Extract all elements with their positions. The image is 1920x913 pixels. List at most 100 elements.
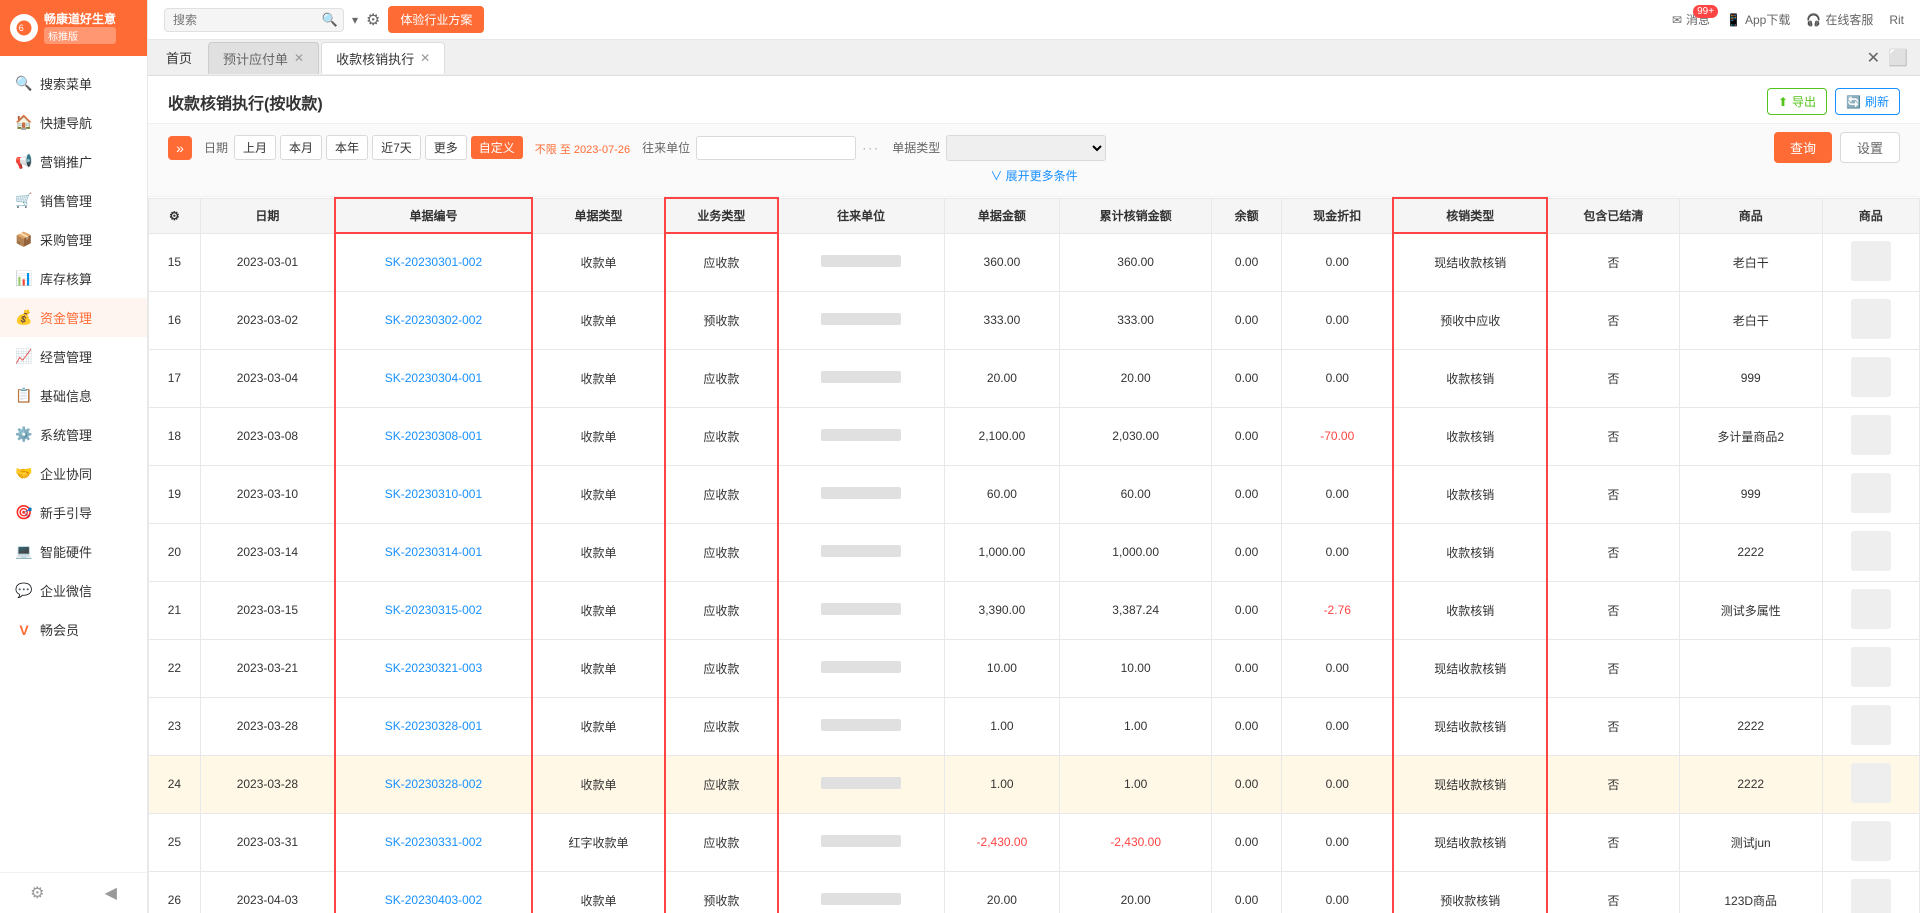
voucher-code-link[interactable]: SK-20230321-003 [385, 661, 482, 675]
sidebar-item-finance[interactable]: 💰 资金管理 [0, 298, 147, 337]
maximize-window-icon[interactable]: ⬜ [1888, 48, 1908, 68]
topbar-gear-icon[interactable]: ⚙ [366, 10, 380, 30]
table-row: 21 2023-03-15 SK-20230315-002 收款单 应收款 3,… [149, 581, 1920, 639]
page-content: 收款核销执行(按收款) ⬆ 导出 🔄 刷新 » 日期 上月 [148, 76, 1920, 913]
collection-tab-close[interactable]: ✕ [420, 51, 430, 65]
col-has-settled: 包含已结清 [1547, 198, 1679, 233]
sidebar-item-marketing[interactable]: 📢 营销推广 [0, 142, 147, 181]
sidebar-item-inventory[interactable]: 📊 库存核算 [0, 259, 147, 298]
voucher-code-link[interactable]: SK-20230403-002 [385, 893, 482, 907]
filter-row: » 日期 上月 本月 本年 近7天 更多 自定义 不限 至 2023-07-26 [168, 132, 1900, 163]
sidebar-item-sales[interactable]: 🛒 销售管理 [0, 181, 147, 220]
voucher-code-link[interactable]: SK-20230314-001 [385, 545, 482, 559]
row-product1: 测试多属性 [1679, 581, 1822, 639]
expand-more-label: ∨ 展开更多条件 [990, 169, 1077, 183]
filter-expand-button[interactable]: » [168, 136, 192, 160]
last-7days-btn[interactable]: 近7天 [372, 135, 421, 160]
voucher-code-link[interactable]: SK-20230328-002 [385, 777, 482, 791]
collapse-icon[interactable]: ◀ [105, 883, 117, 903]
voucher-code-link[interactable]: SK-20230328-001 [385, 719, 482, 733]
message-button[interactable]: ✉ 消息 99+ [1672, 11, 1710, 28]
col-voucher-type: 单据类型 [532, 198, 665, 233]
sidebar-item-guide[interactable]: 🎯 新手引导 [0, 493, 147, 532]
table-row: 23 2023-03-28 SK-20230328-001 收款单 应收款 1.… [149, 697, 1920, 755]
last-month-btn[interactable]: 上月 [234, 135, 276, 160]
row-amount: 20.00 [944, 349, 1060, 407]
voucher-code-link[interactable]: SK-20230310-001 [385, 487, 482, 501]
partner-input[interactable] [696, 136, 856, 160]
this-year-btn[interactable]: 本年 [326, 135, 368, 160]
row-accum: 20.00 [1060, 871, 1212, 913]
filter-more-dots: ··· [862, 141, 880, 155]
col-product1: 商品 [1679, 198, 1822, 233]
finance-icon: 💰 [16, 310, 32, 326]
refresh-button[interactable]: 🔄 刷新 [1835, 88, 1900, 115]
row-no: 24 [149, 755, 201, 813]
purchase-icon: 📦 [16, 232, 32, 248]
more-date-btn[interactable]: 更多 [425, 135, 467, 160]
solution-button[interactable]: 体验行业方案 [388, 6, 484, 33]
payable-tab-label: 预计应付单 [223, 49, 288, 68]
online-service-button[interactable]: 🎧 在线客服 [1806, 11, 1873, 28]
sidebar-item-enterprise[interactable]: 🤝 企业协同 [0, 454, 147, 493]
close-window-icon[interactable]: ✕ [1867, 48, 1880, 68]
sidebar-item-purchase[interactable]: 📦 采购管理 [0, 220, 147, 259]
sidebar-item-system[interactable]: ⚙️ 系统管理 [0, 415, 147, 454]
voucher-code-link[interactable]: SK-20230302-002 [385, 313, 482, 327]
row-product2 [1822, 755, 1919, 813]
payable-tab-close[interactable]: ✕ [294, 51, 304, 65]
voucher-code-link[interactable]: SK-20230315-002 [385, 603, 482, 617]
row-no: 23 [149, 697, 201, 755]
basics-icon: 📋 [16, 388, 32, 404]
export-button[interactable]: ⬆ 导出 [1767, 88, 1827, 115]
row-verify-type: 预收款核销 [1393, 871, 1547, 913]
window-buttons: ✕ ⬜ [1867, 48, 1916, 68]
row-verify-type: 收款核销 [1393, 523, 1547, 581]
row-discount: 0.00 [1282, 813, 1394, 871]
voucher-type-filter: 单据类型 [892, 135, 1106, 161]
row-has-settled: 否 [1547, 871, 1679, 913]
row-discount: 0.00 [1282, 523, 1394, 581]
sidebar-item-quicknav[interactable]: 🏠 快捷导航 [0, 103, 147, 142]
tab-payable[interactable]: 预计应付单 ✕ [208, 42, 319, 74]
sidebar-item-wechat[interactable]: 💬 企业微信 [0, 571, 147, 610]
username-display: Rit [1889, 13, 1904, 27]
tab-collection[interactable]: 收款核销执行 ✕ [321, 42, 445, 74]
search-box-wrap: 🔍 [164, 8, 344, 32]
table-row: 24 2023-03-28 SK-20230328-002 收款单 应收款 1.… [149, 755, 1920, 813]
voucher-type-select[interactable] [946, 135, 1106, 161]
sidebar-item-operations[interactable]: 📈 经营管理 [0, 337, 147, 376]
settings-bottom-icon[interactable]: ⚙ [30, 883, 44, 903]
voucher-code-link[interactable]: SK-20230308-001 [385, 429, 482, 443]
page-header: 收款核销执行(按收款) ⬆ 导出 🔄 刷新 [148, 76, 1920, 124]
voucher-code-link[interactable]: SK-20230304-001 [385, 371, 482, 385]
voucher-code-link[interactable]: SK-20230301-002 [385, 255, 482, 269]
app-download-button[interactable]: 📱 App下载 [1726, 11, 1790, 28]
row-amount: 10.00 [944, 639, 1060, 697]
row-code: SK-20230308-001 [335, 407, 532, 465]
row-verify-type: 现结收款核销 [1393, 233, 1547, 291]
sidebar-item-member[interactable]: V 畅会员 [0, 610, 147, 649]
filter-expand-more[interactable]: ∨ 展开更多条件 [168, 163, 1900, 188]
tab-home[interactable]: 首页 [152, 42, 206, 73]
col-settings[interactable]: ⚙ [149, 198, 201, 233]
row-date: 2023-03-15 [200, 581, 335, 639]
this-month-btn[interactable]: 本月 [280, 135, 322, 160]
sidebar-item-basics[interactable]: 📋 基础信息 [0, 376, 147, 415]
row-no: 22 [149, 639, 201, 697]
query-button[interactable]: 查询 [1774, 132, 1832, 163]
topbar-dropdown[interactable]: ▾ [352, 13, 358, 27]
sidebar-item-hardware[interactable]: 💻 智能硬件 [0, 532, 147, 571]
table-settings-button[interactable]: 设置 [1840, 132, 1900, 163]
custom-date-btn[interactable]: 自定义 [471, 136, 523, 159]
sidebar-item-search[interactable]: 🔍 搜索菜单 [0, 64, 147, 103]
row-product1: 123D商品 [1679, 871, 1822, 913]
search-input[interactable] [164, 8, 344, 32]
service-label: 在线客服 [1825, 11, 1873, 28]
row-type: 红字收款单 [532, 813, 665, 871]
voucher-code-link[interactable]: SK-20230331-002 [385, 835, 482, 849]
row-product1: 测试jun [1679, 813, 1822, 871]
row-type: 收款单 [532, 581, 665, 639]
sidebar: 6 畅康道好生意 标推版 🔍 搜索菜单 🏠 快捷导航 📢 营销推广 🛒 销售管理… [0, 0, 148, 913]
sidebar-item-enterprise-label: 企业协同 [40, 464, 92, 483]
